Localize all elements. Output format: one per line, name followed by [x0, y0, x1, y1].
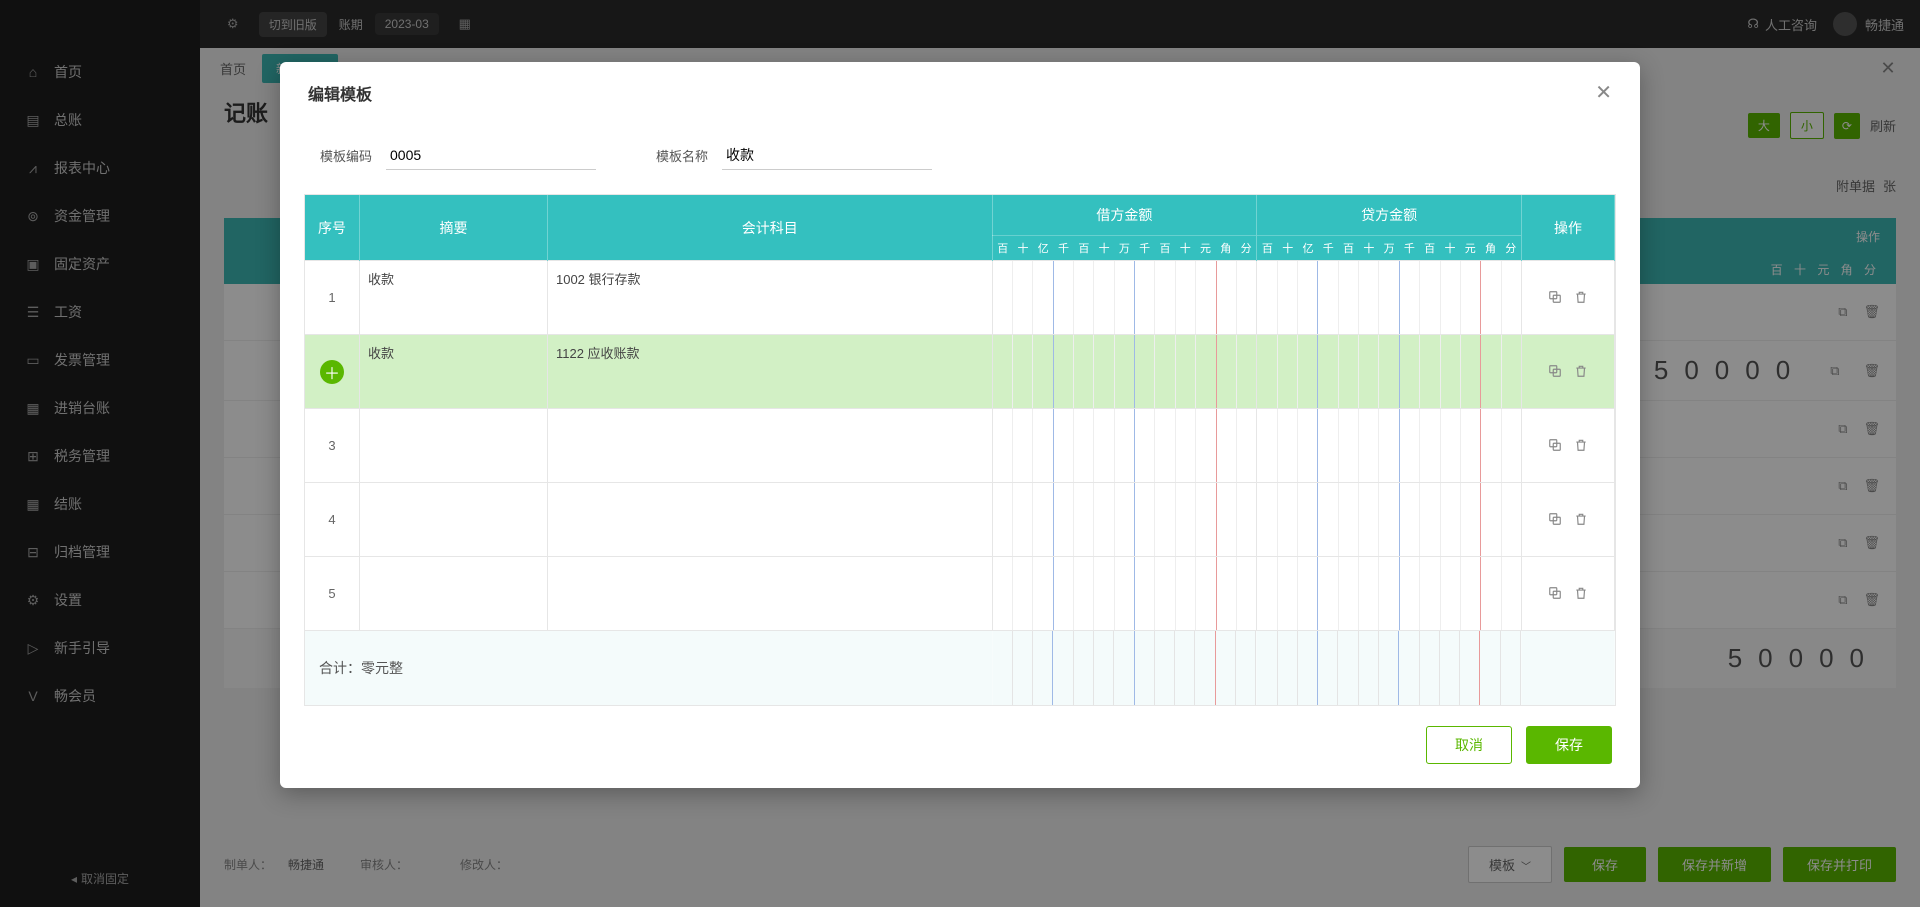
digit-header-cell: 十: [1440, 240, 1460, 256]
credit-digit-header: 百十亿千百十万千百十元角分: [1257, 236, 1522, 261]
row-debit[interactable]: [992, 261, 1257, 335]
digit-header-cell: 千: [1053, 240, 1073, 256]
row-account[interactable]: 1122 应收账款: [547, 335, 992, 409]
copy-icon[interactable]: [1546, 436, 1564, 454]
row-debit[interactable]: [992, 557, 1257, 631]
row-seq: 3: [305, 409, 360, 483]
digit-header-cell: 分: [1501, 240, 1521, 256]
copy-icon[interactable]: [1546, 362, 1564, 380]
edit-template-modal: 编辑模板 ✕ 模板编码 模板名称 序号 摘要 会计科目 借方金额 贷方金额: [280, 62, 1640, 788]
digit-header-cell: 元: [1460, 240, 1480, 256]
row-op: [1522, 483, 1615, 557]
digit-header-cell: 亿: [1033, 240, 1053, 256]
row-credit[interactable]: [1257, 335, 1522, 409]
total-credit: [1257, 631, 1522, 706]
template-name-input[interactable]: [722, 141, 932, 170]
total-row: 合计：零元整: [305, 631, 992, 706]
total-debit: [992, 631, 1257, 706]
digit-header-cell: 角: [1480, 240, 1500, 256]
delete-icon[interactable]: [1572, 584, 1590, 602]
total-op: [1522, 631, 1615, 706]
digit-header-cell: 十: [1278, 240, 1298, 256]
row-op: [1522, 409, 1615, 483]
row-seq: 5: [305, 557, 360, 631]
template-grid: 序号 摘要 会计科目 借方金额 贷方金额 操作 百十亿千百十万千百十元角分 百十…: [304, 194, 1616, 706]
row-seq: ＋: [305, 335, 360, 409]
row-seq: 1: [305, 261, 360, 335]
row-summary[interactable]: [360, 483, 548, 557]
table-row[interactable]: 4: [305, 483, 1615, 557]
digit-header-cell: 百: [1338, 240, 1358, 256]
row-account[interactable]: [547, 483, 992, 557]
add-row-icon[interactable]: ＋: [320, 360, 344, 384]
row-op: [1522, 335, 1615, 409]
digit-header-cell: 百: [1420, 240, 1440, 256]
row-summary[interactable]: 收款: [360, 261, 548, 335]
digit-header-cell: 百: [993, 240, 1013, 256]
col-op: 操作: [1522, 195, 1615, 261]
table-row[interactable]: 5: [305, 557, 1615, 631]
digit-header-cell: 百: [1155, 240, 1175, 256]
row-credit[interactable]: [1257, 409, 1522, 483]
row-summary[interactable]: [360, 557, 548, 631]
row-credit[interactable]: [1257, 261, 1522, 335]
row-debit[interactable]: [992, 335, 1257, 409]
digit-header-cell: 十: [1094, 240, 1114, 256]
table-row[interactable]: 1收款1002 银行存款: [305, 261, 1615, 335]
delete-icon[interactable]: [1572, 436, 1590, 454]
copy-icon[interactable]: [1546, 510, 1564, 528]
col-account: 会计科目: [547, 195, 992, 261]
digit-header-cell: 角: [1216, 240, 1236, 256]
copy-icon[interactable]: [1546, 584, 1564, 602]
row-debit[interactable]: [992, 409, 1257, 483]
digit-header-cell: 十: [1013, 240, 1033, 256]
modal-title: 编辑模板: [308, 81, 372, 105]
digit-header-cell: 百: [1257, 240, 1277, 256]
digit-header-cell: 元: [1195, 240, 1215, 256]
digit-header-cell: 十: [1175, 240, 1195, 256]
delete-icon[interactable]: [1572, 510, 1590, 528]
debit-digit-header: 百十亿千百十万千百十元角分: [992, 236, 1257, 261]
col-debit: 借方金额: [992, 195, 1257, 236]
save-button[interactable]: 保存: [1526, 726, 1612, 764]
row-account[interactable]: [547, 557, 992, 631]
col-seq: 序号: [305, 195, 360, 261]
digit-header-cell: 亿: [1298, 240, 1318, 256]
digit-header-cell: 千: [1135, 240, 1155, 256]
copy-icon[interactable]: [1546, 288, 1564, 306]
digit-header-cell: 十: [1359, 240, 1379, 256]
digit-header-cell: 万: [1379, 240, 1399, 256]
col-credit: 贷方金额: [1257, 195, 1522, 236]
row-account[interactable]: [547, 409, 992, 483]
row-op: [1522, 261, 1615, 335]
digit-header-cell: 千: [1399, 240, 1419, 256]
row-debit[interactable]: [992, 483, 1257, 557]
digit-header-cell: 分: [1236, 240, 1256, 256]
cancel-button[interactable]: 取消: [1426, 726, 1512, 764]
row-summary[interactable]: 收款: [360, 335, 548, 409]
row-account[interactable]: 1002 银行存款: [547, 261, 992, 335]
row-op: [1522, 557, 1615, 631]
digit-header-cell: 千: [1318, 240, 1338, 256]
col-summary: 摘要: [360, 195, 548, 261]
template-code-label: 模板编码: [320, 146, 372, 165]
delete-icon[interactable]: [1572, 362, 1590, 380]
row-summary[interactable]: [360, 409, 548, 483]
table-row[interactable]: ＋ 收款1122 应收账款: [305, 335, 1615, 409]
row-seq: 4: [305, 483, 360, 557]
table-row[interactable]: 3: [305, 409, 1615, 483]
row-credit[interactable]: [1257, 557, 1522, 631]
row-credit[interactable]: [1257, 483, 1522, 557]
close-icon[interactable]: ✕: [1595, 80, 1612, 105]
digit-header-cell: 万: [1114, 240, 1134, 256]
template-code-input[interactable]: [386, 141, 596, 170]
digit-header-cell: 百: [1074, 240, 1094, 256]
template-name-label: 模板名称: [656, 146, 708, 165]
delete-icon[interactable]: [1572, 288, 1590, 306]
